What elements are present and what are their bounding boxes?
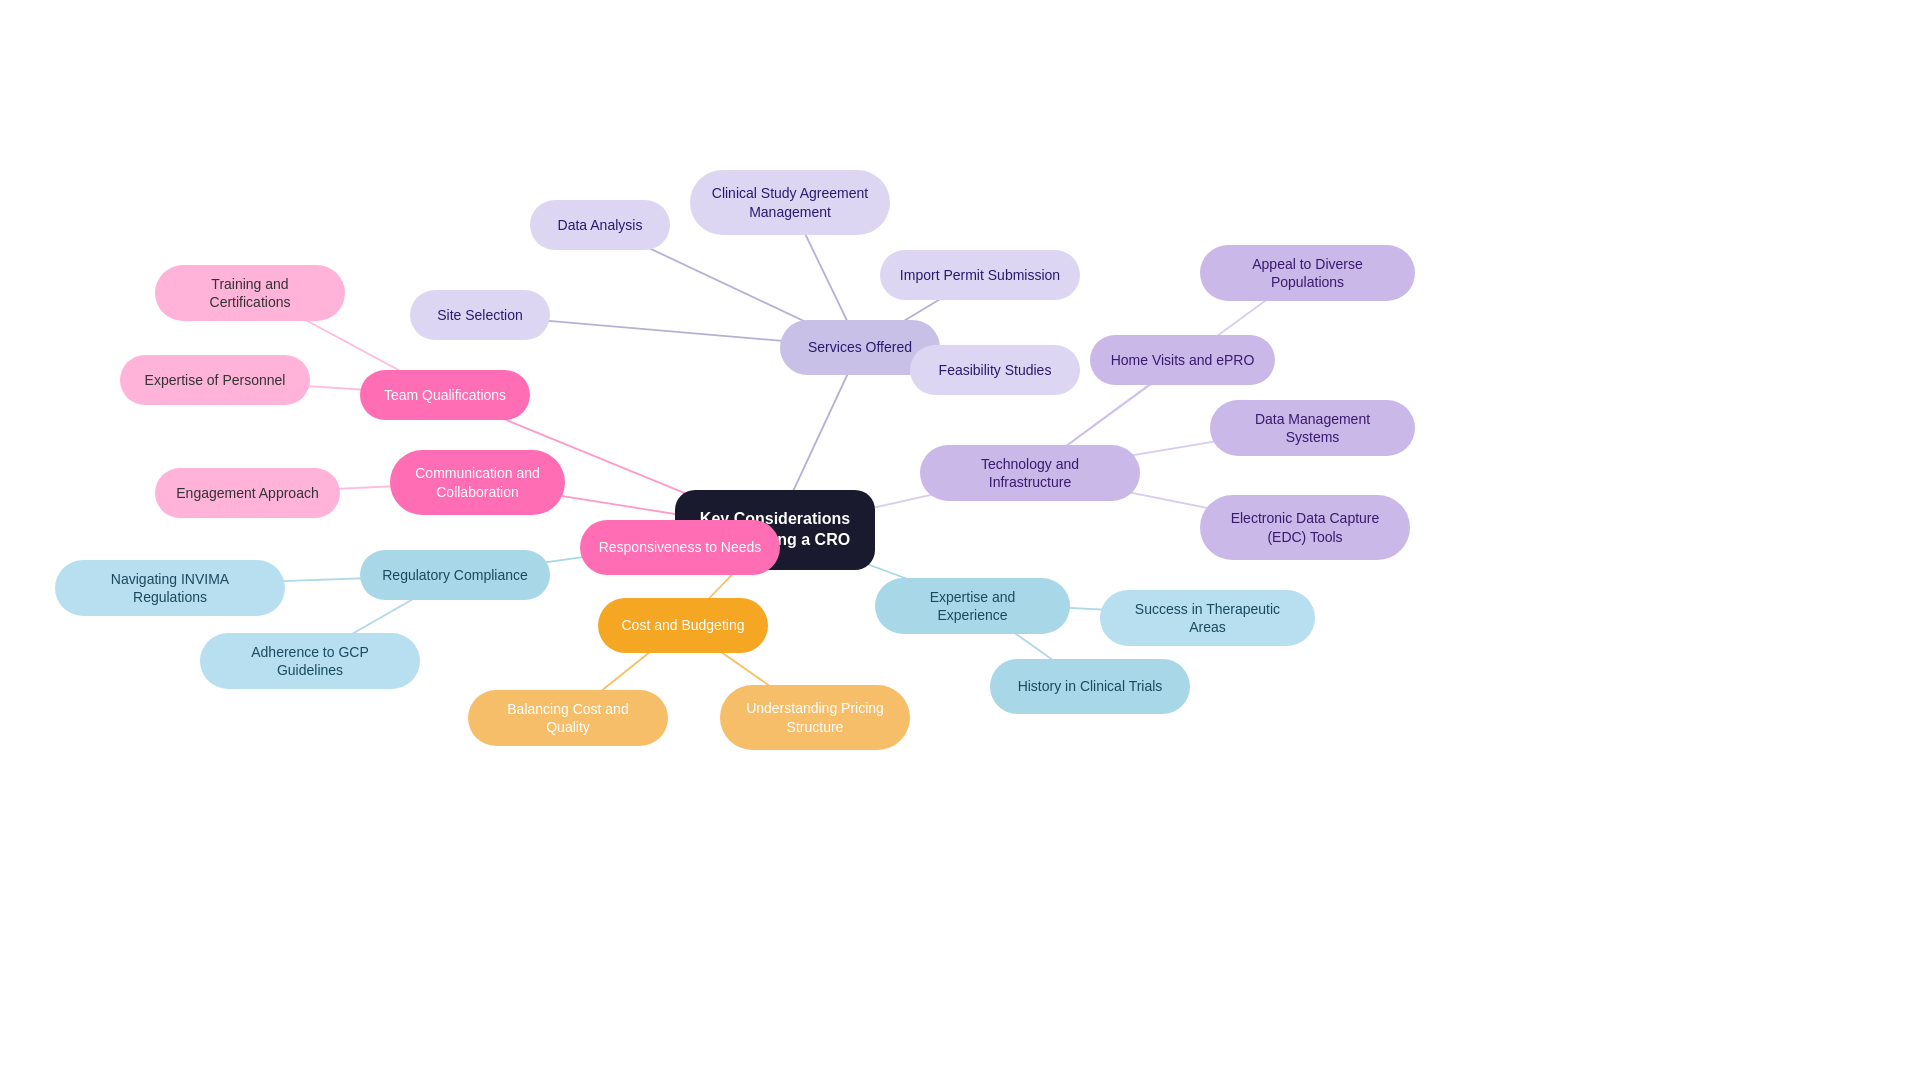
- node-responsiveness[interactable]: Responsiveness to Needs: [580, 520, 780, 575]
- node-regulatoryCompliance[interactable]: Regulatory Compliance: [360, 550, 550, 600]
- node-dataAnalysis[interactable]: Data Analysis: [530, 200, 670, 250]
- node-expertisePersonnel[interactable]: Expertise of Personnel: [120, 355, 310, 405]
- node-adherenceGCP[interactable]: Adherence to GCP Guidelines: [200, 633, 420, 689]
- node-navigatingINVIMA[interactable]: Navigating INVIMA Regulations: [55, 560, 285, 616]
- node-techInfra[interactable]: Technology and Infrastructure: [920, 445, 1140, 501]
- node-dataMgmtSystems[interactable]: Data Management Systems: [1210, 400, 1415, 456]
- node-successTherapeutic[interactable]: Success in Therapeutic Areas: [1100, 590, 1315, 646]
- node-commCollab[interactable]: Communication and Collaboration: [390, 450, 565, 515]
- node-historyClinical[interactable]: History in Clinical Trials: [990, 659, 1190, 714]
- node-edcTools[interactable]: Electronic Data Capture (EDC) Tools: [1200, 495, 1410, 560]
- node-teamQualifications[interactable]: Team Qualifications: [360, 370, 530, 420]
- node-homeVisits[interactable]: Home Visits and ePRO: [1090, 335, 1275, 385]
- mind-map: Key Considerations for Selecting a CROSe…: [0, 0, 1920, 1083]
- node-appealDiverse[interactable]: Appeal to Diverse Populations: [1200, 245, 1415, 301]
- node-expertiseExperience[interactable]: Expertise and Experience: [875, 578, 1070, 634]
- node-costBudgeting[interactable]: Cost and Budgeting: [598, 598, 768, 653]
- node-clinicalStudy[interactable]: Clinical Study Agreement Management: [690, 170, 890, 235]
- node-importPermit[interactable]: Import Permit Submission: [880, 250, 1080, 300]
- connections-svg: [0, 0, 1920, 1083]
- node-siteSelection[interactable]: Site Selection: [410, 290, 550, 340]
- node-pricingStructure[interactable]: Understanding Pricing Structure: [720, 685, 910, 750]
- node-trainingCerts[interactable]: Training and Certifications: [155, 265, 345, 321]
- node-engagementApproach[interactable]: Engagement Approach: [155, 468, 340, 518]
- node-feasibility[interactable]: Feasibility Studies: [910, 345, 1080, 395]
- node-balancingCost[interactable]: Balancing Cost and Quality: [468, 690, 668, 746]
